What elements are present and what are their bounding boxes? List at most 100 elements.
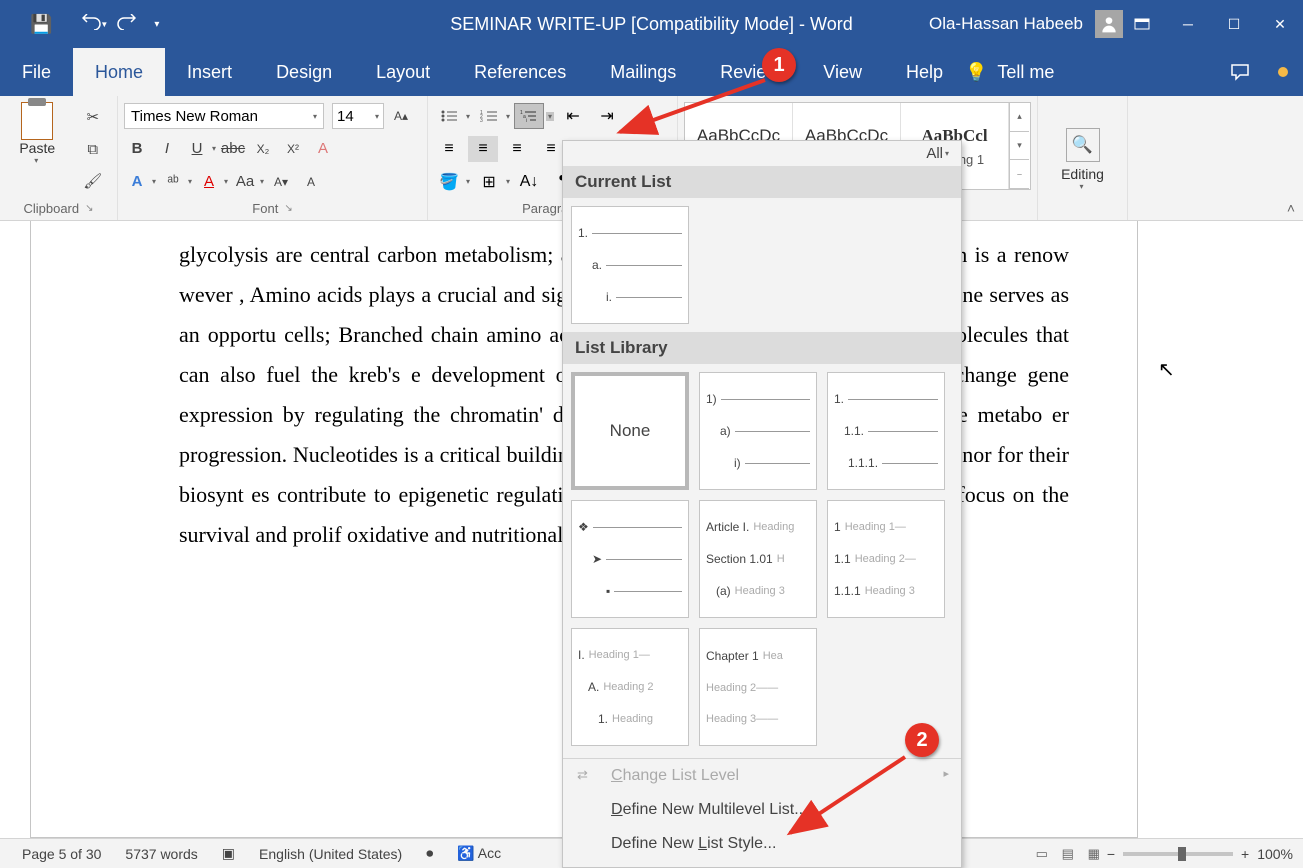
zoom-out-button[interactable]: −	[1107, 846, 1115, 862]
decrease-indent-icon[interactable]: ⇤	[558, 103, 588, 129]
section-current-list: Current List	[563, 166, 961, 198]
borders-icon[interactable]: ⊞	[474, 169, 504, 195]
save-icon[interactable]: 💾	[30, 14, 52, 35]
comments-icon[interactable]	[1217, 48, 1263, 96]
tile-paren-numbers[interactable]: 1) a) i)	[699, 372, 817, 490]
subscript-button[interactable]: X₂	[250, 136, 276, 162]
format-painter-icon[interactable]: 🖌	[80, 168, 106, 194]
status-page[interactable]: Page 5 of 30	[10, 846, 113, 862]
tile-roman-heading[interactable]: I.Heading 1— A.Heading 2 1.Heading	[571, 628, 689, 746]
callout-1: 1	[762, 48, 796, 82]
tab-home[interactable]: Home	[73, 48, 165, 96]
tab-mailings[interactable]: Mailings	[588, 48, 698, 96]
spellcheck-icon[interactable]: ▣	[210, 845, 247, 862]
ribbon-tabs: File Home Insert Design Layout Reference…	[0, 48, 1303, 96]
tab-view[interactable]: View	[801, 48, 884, 96]
zoom-in-button[interactable]: +	[1241, 846, 1249, 862]
tell-me[interactable]: 💡 Tell me	[965, 48, 1094, 96]
numbering-icon[interactable]: 123	[474, 103, 504, 129]
tab-file[interactable]: File	[0, 48, 73, 96]
multilevel-list-button[interactable]: 1ai	[514, 103, 544, 129]
zoom-slider[interactable]	[1123, 852, 1233, 856]
callout-2: 2	[905, 723, 939, 757]
text-effects-icon[interactable]: A	[124, 169, 150, 195]
shrink-font-icon[interactable]: A▾	[268, 169, 294, 195]
tab-insert[interactable]: Insert	[165, 48, 254, 96]
strikethrough-button[interactable]: abc	[220, 136, 246, 162]
maximize-button[interactable]: ☐	[1211, 0, 1257, 48]
section-list-library: List Library	[563, 332, 961, 364]
align-left-icon[interactable]: ≡	[434, 136, 464, 162]
filter-all[interactable]: All	[926, 145, 943, 162]
gallery-scroll[interactable]: ▴▾⎯	[1009, 103, 1029, 189]
change-case-icon[interactable]: Aa	[232, 169, 258, 195]
mouse-cursor-icon: ↖	[1158, 357, 1175, 382]
tile-none[interactable]: None	[571, 372, 689, 490]
cut-icon[interactable]: ✂	[80, 104, 106, 130]
change-level-icon: ⇄	[577, 767, 588, 783]
align-right-icon[interactable]: ≡	[502, 136, 532, 162]
minimize-button[interactable]: ─	[1165, 0, 1211, 48]
group-clipboard: Paste ▾ ✂ ⧉ 🖌 Clipboard ↘	[0, 96, 118, 220]
font-launcher-icon[interactable]: ↘	[284, 203, 292, 214]
increase-indent-icon[interactable]: ⇥	[592, 103, 622, 129]
tab-references[interactable]: References	[452, 48, 588, 96]
clipboard-launcher-icon[interactable]: ↘	[85, 203, 93, 214]
italic-button[interactable]: I	[154, 136, 180, 162]
menu-define-list-style[interactable]: Define New List Style...	[563, 827, 961, 861]
tile-current[interactable]: 1. a. i.	[571, 206, 689, 324]
font-size-selector[interactable]: 14▾	[332, 103, 384, 129]
close-button[interactable]: ✕	[1257, 0, 1303, 48]
grow-font-icon[interactable]: A▴	[388, 103, 414, 129]
clipboard-icon	[21, 102, 53, 140]
submenu-arrow-icon: ▸	[943, 767, 949, 780]
clear-format-icon[interactable]: A	[310, 136, 336, 162]
copy-icon[interactable]: ⧉	[80, 136, 106, 162]
view-read-icon[interactable]: ▭	[1029, 843, 1055, 865]
zoom-level[interactable]: 100%	[1257, 846, 1293, 862]
undo-icon[interactable]	[82, 14, 102, 35]
group-editing[interactable]: 🔍 Editing ▾	[1038, 96, 1128, 220]
recording-indicator	[1263, 48, 1303, 96]
menu-define-multilevel[interactable]: Define New Multilevel List...	[563, 793, 961, 827]
tile-bullets[interactable]: ❖ ➤ ▪	[571, 500, 689, 618]
redo-icon[interactable]	[116, 14, 136, 35]
clipboard-label: Clipboard	[23, 201, 79, 216]
superscript-button[interactable]: X²	[280, 136, 306, 162]
tile-article[interactable]: Article I.Heading Section 1.01H (a)Headi…	[699, 500, 817, 618]
tile-decimal[interactable]: 1. 1.1. 1.1.1.	[827, 372, 945, 490]
shading-icon[interactable]: 🪣	[434, 169, 464, 195]
user-name[interactable]: Ola-Hassan Habeeb	[929, 14, 1083, 34]
svg-text:i: i	[526, 118, 527, 123]
qat-customize-icon[interactable]: ▾	[154, 19, 159, 30]
ribbon-display-icon[interactable]	[1119, 0, 1165, 48]
tile-chapter[interactable]: Chapter 1Hea Heading 2—— Heading 3——	[699, 628, 817, 746]
tab-design[interactable]: Design	[254, 48, 354, 96]
document-title: SEMINAR WRITE-UP [Compatibility Mode] - …	[450, 14, 852, 35]
char-shading-icon[interactable]: A	[298, 169, 324, 195]
sort-icon[interactable]: A↓	[514, 169, 544, 195]
status-language[interactable]: English (United States)	[247, 846, 414, 862]
menu-change-list-level: ⇄ Change List Level ▸	[563, 759, 961, 793]
view-print-icon[interactable]: ▤	[1055, 843, 1081, 865]
status-words[interactable]: 5737 words	[113, 846, 209, 862]
collapse-ribbon-icon[interactable]: ˄	[1287, 200, 1295, 216]
lightbulb-icon: 💡	[965, 62, 987, 83]
macro-icon[interactable]: ⏺	[414, 845, 445, 862]
paste-button[interactable]: Paste ▾	[11, 100, 63, 165]
font-name-selector[interactable]: Times New Roman▾	[124, 103, 324, 129]
align-center-icon[interactable]: ≡	[468, 136, 498, 162]
tile-num-heading[interactable]: 1Heading 1— 1.1Heading 2— 1.1.1Heading 3	[827, 500, 945, 618]
accessibility-icon[interactable]: ♿ Acc	[445, 845, 513, 862]
highlight-icon[interactable]: ᵃᵇ	[160, 169, 186, 195]
font-color-icon[interactable]: A	[196, 169, 222, 195]
bold-button[interactable]: B	[124, 136, 150, 162]
svg-text:3: 3	[480, 118, 483, 123]
view-web-icon[interactable]: ▦	[1081, 843, 1107, 865]
undo-more-icon[interactable]: ▼	[100, 20, 108, 29]
underline-button[interactable]: U	[184, 136, 210, 162]
tab-layout[interactable]: Layout	[354, 48, 452, 96]
bullets-icon[interactable]	[434, 103, 464, 129]
tab-help[interactable]: Help	[884, 48, 965, 96]
font-label: Font	[252, 201, 278, 216]
